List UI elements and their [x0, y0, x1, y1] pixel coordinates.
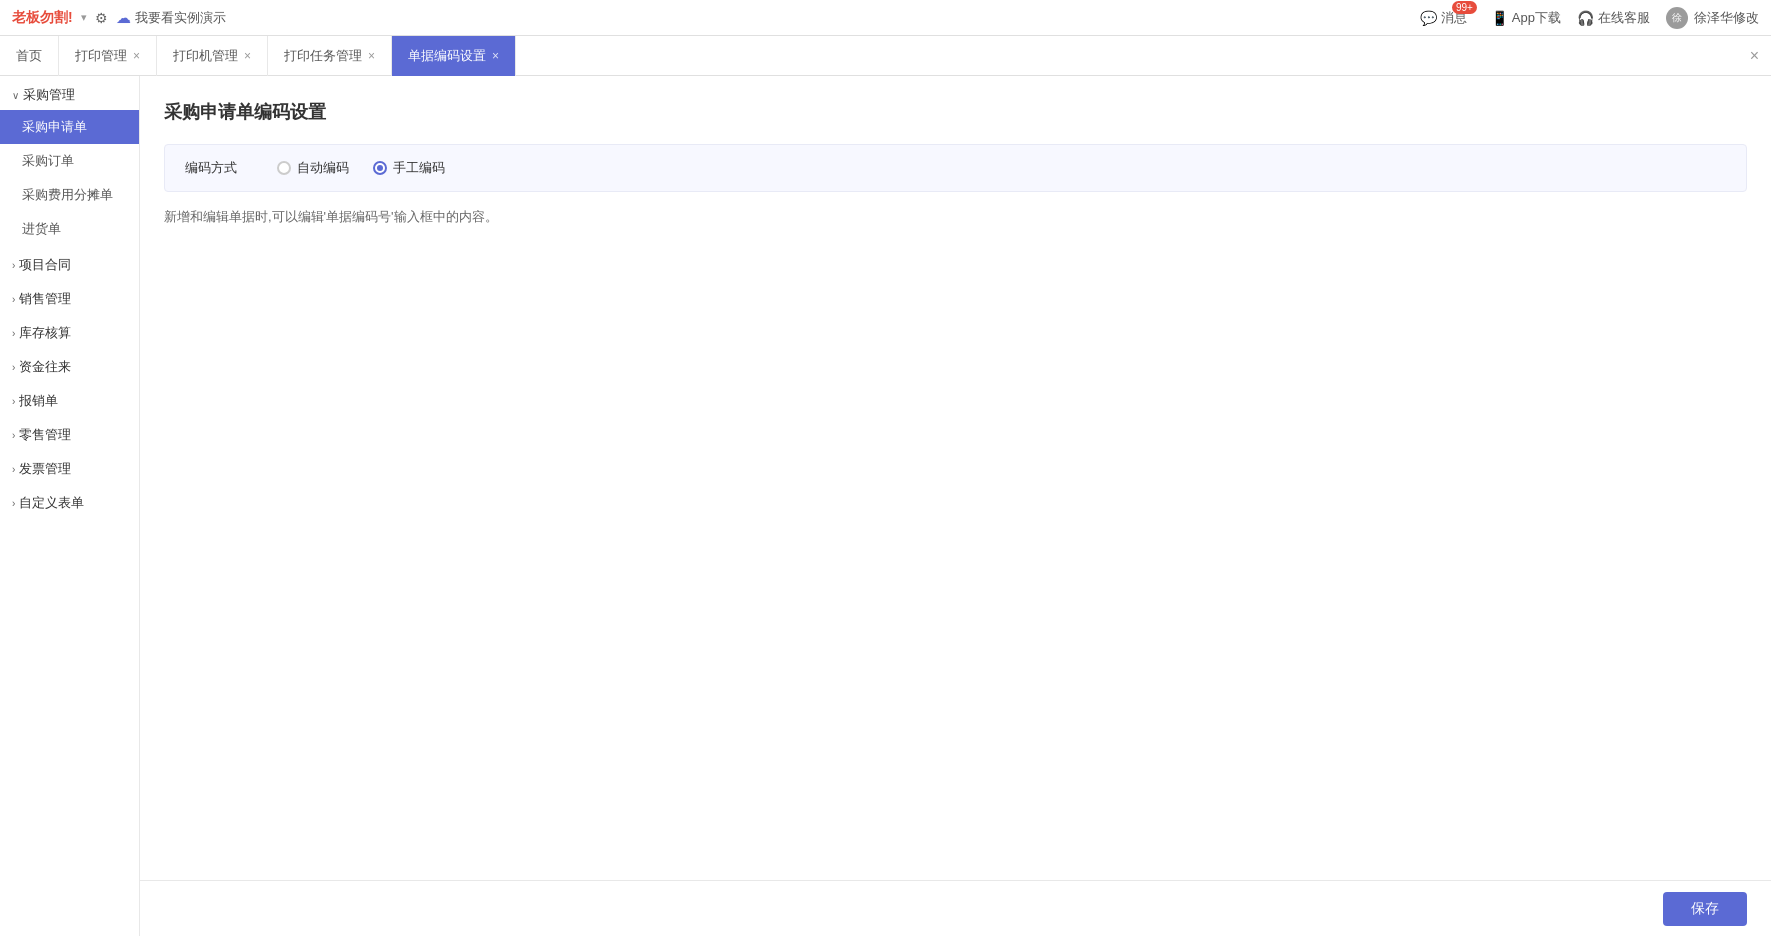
tab-print-task-mgmt[interactable]: 打印任务管理 × [268, 36, 392, 76]
tab-print-task-mgmt-label: 打印任务管理 [284, 47, 362, 65]
sidebar-group-returns[interactable]: › 报销单 [0, 382, 139, 416]
radio-auto-circle [277, 161, 291, 175]
radio-manual-encoding[interactable]: 手工编码 [373, 159, 445, 177]
tab-printer-mgmt[interactable]: 打印机管理 × [157, 36, 268, 76]
tab-print-mgmt[interactable]: 打印管理 × [59, 36, 157, 76]
chevron-custom-icon: › [12, 498, 15, 509]
top-bar-left: 老板勿割! ▾ ⚙ 我要看实例演示 [12, 9, 226, 27]
sidebar-group-custom-form[interactable]: › 自定义表单 [0, 484, 139, 518]
tab-bar-close-button[interactable]: × [1750, 47, 1771, 65]
hint-text: 新增和编辑单据时,可以编辑'单据编码号'输入框中的内容。 [164, 208, 1747, 226]
chevron-sales-icon: › [12, 294, 15, 305]
sidebar-item-stock-in-label: 进货单 [22, 221, 61, 236]
sidebar-group-invoice[interactable]: › 发票管理 [0, 450, 139, 484]
main-layout: ∨ 采购管理 采购申请单 采购订单 采购费用分摊单 进货单 › 项目合同 › 销… [0, 76, 1771, 936]
sidebar-group-retail[interactable]: › 零售管理 [0, 416, 139, 450]
chevron-project-icon: › [12, 260, 15, 271]
sidebar-item-stock-in[interactable]: 进货单 [0, 212, 139, 246]
avatar-text: 徐 [1672, 11, 1682, 25]
sidebar-item-purchase-expense[interactable]: 采购费用分摊单 [0, 178, 139, 212]
tab-single-code-settings[interactable]: 单据编码设置 × [392, 36, 516, 76]
content-body: 采购申请单编码设置 编码方式 自动编码 手工编码 新增和编辑单据时,可以编辑'单… [140, 76, 1771, 880]
sidebar-group-sales-mgmt[interactable]: › 销售管理 [0, 280, 139, 314]
chevron-inventory-icon: › [12, 328, 15, 339]
radio-auto-encoding[interactable]: 自动编码 [277, 159, 349, 177]
message-button[interactable]: 消息 99+ [1420, 9, 1467, 27]
online-service-button[interactable]: 在线客服 [1577, 9, 1650, 27]
sidebar-group-sales-label: 销售管理 [19, 290, 71, 308]
sidebar-group-purchase[interactable]: ∨ 采购管理 [0, 76, 139, 110]
sidebar-group-purchase-label: 采购管理 [23, 86, 75, 104]
encoding-section: 编码方式 自动编码 手工编码 [164, 144, 1747, 192]
sidebar-group-funds-label: 资金往来 [19, 358, 71, 376]
tab-home-label: 首页 [16, 47, 42, 65]
sidebar-group-funds[interactable]: › 资金往来 [0, 348, 139, 382]
avatar: 徐 [1666, 7, 1688, 29]
chevron-returns-icon: › [12, 396, 15, 407]
sidebar-group-retail-label: 零售管理 [19, 426, 71, 444]
demo-link-text: 我要看实例演示 [135, 9, 226, 27]
app-label: App下载 [1512, 9, 1561, 27]
service-icon [1577, 10, 1594, 26]
chevron-retail-icon: › [12, 430, 15, 441]
sidebar-item-purchase-order[interactable]: 采购订单 [0, 144, 139, 178]
tab-printer-mgmt-close[interactable]: × [244, 49, 251, 63]
tab-printer-mgmt-label: 打印机管理 [173, 47, 238, 65]
app-download-button[interactable]: App下载 [1491, 9, 1561, 27]
sidebar-item-purchase-request-label: 采购申请单 [22, 119, 87, 134]
top-bar: 老板勿割! ▾ ⚙ 我要看实例演示 消息 99+ App下载 在线客服 徐 徐泽… [0, 0, 1771, 36]
sidebar-group-inventory[interactable]: › 库存核算 [0, 314, 139, 348]
sidebar-item-purchase-request[interactable]: 采购申请单 [0, 110, 139, 144]
demo-link[interactable]: 我要看实例演示 [116, 9, 226, 27]
sidebar-group-project-contract[interactable]: › 项目合同 [0, 246, 139, 280]
chevron-invoice-icon: › [12, 464, 15, 475]
sidebar-item-purchase-expense-label: 采购费用分摊单 [22, 187, 113, 202]
chevron-purchase-icon: ∨ [12, 90, 19, 101]
sidebar-group-invoice-label: 发票管理 [19, 460, 71, 478]
tab-print-task-mgmt-close[interactable]: × [368, 49, 375, 63]
message-icon [1420, 10, 1437, 26]
top-bar-right: 消息 99+ App下载 在线客服 徐 徐泽华修改 [1420, 7, 1759, 29]
encoding-label: 编码方式 [185, 159, 237, 177]
tab-print-mgmt-label: 打印管理 [75, 47, 127, 65]
user-name: 徐泽华修改 [1694, 9, 1759, 27]
chevron-funds-icon: › [12, 362, 15, 373]
save-button[interactable]: 保存 [1663, 892, 1747, 926]
cloud-icon [116, 9, 131, 27]
radio-auto-label: 自动编码 [297, 159, 349, 177]
dropdown-icon[interactable]: ▾ [81, 11, 87, 24]
tab-single-code-settings-close[interactable]: × [492, 49, 499, 63]
radio-manual-label: 手工编码 [393, 159, 445, 177]
tab-bar: 首页 打印管理 × 打印机管理 × 打印任务管理 × 单据编码设置 × × [0, 36, 1771, 76]
content-footer: 保存 [140, 880, 1771, 936]
radio-group: 自动编码 手工编码 [277, 159, 445, 177]
app-icon [1491, 10, 1508, 26]
content-area: 采购申请单编码设置 编码方式 自动编码 手工编码 新增和编辑单据时,可以编辑'单… [140, 76, 1771, 936]
tab-single-code-settings-label: 单据编码设置 [408, 47, 486, 65]
tab-home[interactable]: 首页 [0, 36, 59, 76]
sidebar-group-custom-label: 自定义表单 [19, 494, 84, 512]
sidebar-group-project-label: 项目合同 [19, 256, 71, 274]
page-title: 采购申请单编码设置 [164, 100, 1747, 124]
sidebar: ∨ 采购管理 采购申请单 采购订单 采购费用分摊单 进货单 › 项目合同 › 销… [0, 76, 140, 936]
user-section[interactable]: 徐 徐泽华修改 [1666, 7, 1759, 29]
sidebar-group-purchase-items: 采购申请单 采购订单 采购费用分摊单 进货单 [0, 110, 139, 246]
tab-print-mgmt-close[interactable]: × [133, 49, 140, 63]
sidebar-group-returns-label: 报销单 [19, 392, 58, 410]
logo-text: 老板勿割! [12, 9, 73, 27]
message-badge: 99+ [1452, 1, 1477, 14]
gear-icon[interactable]: ⚙ [95, 10, 108, 26]
service-label: 在线客服 [1598, 9, 1650, 27]
sidebar-item-purchase-order-label: 采购订单 [22, 153, 74, 168]
radio-manual-circle [373, 161, 387, 175]
sidebar-group-inventory-label: 库存核算 [19, 324, 71, 342]
